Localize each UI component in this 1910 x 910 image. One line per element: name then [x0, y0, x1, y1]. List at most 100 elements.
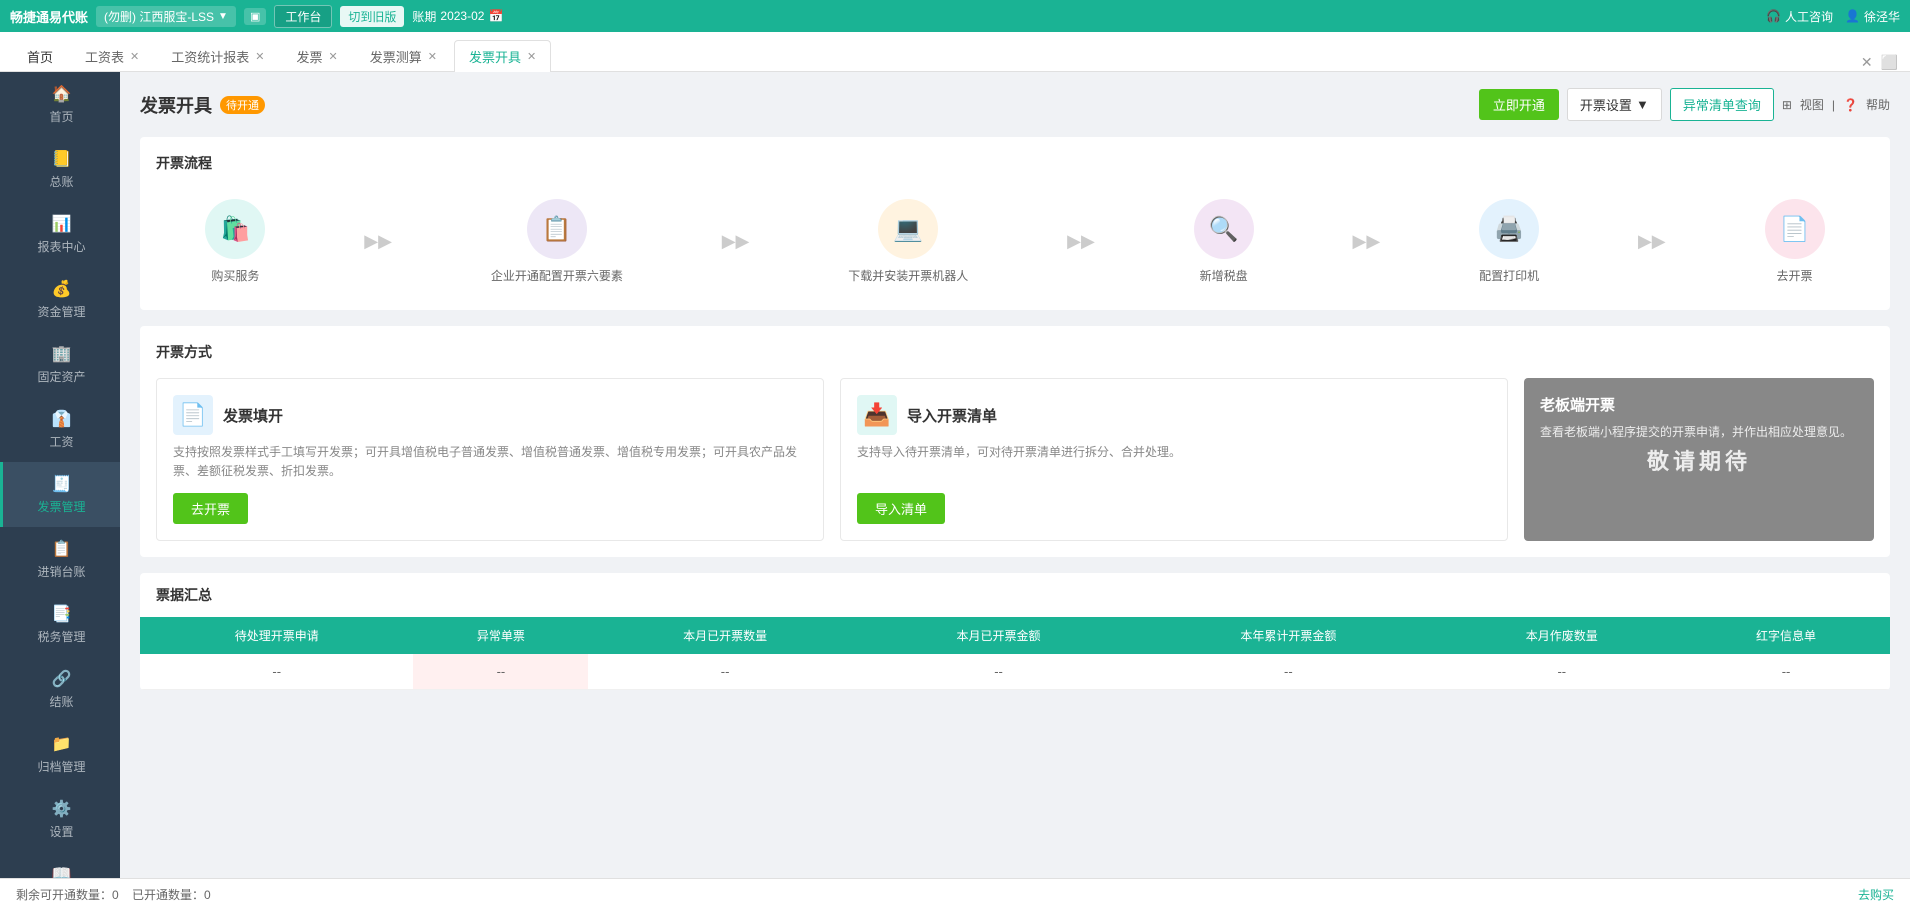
flow-step-buy[interactable]: 🛍️ 购买服务: [205, 199, 265, 284]
sidebar-item-tax[interactable]: 📑 税务管理: [0, 592, 120, 657]
customer-service-button[interactable]: 🎧 人工咨询: [1766, 8, 1833, 25]
tab-invoice-calc-label: 发票测算: [370, 47, 422, 66]
close-invoice-issue-tab-icon[interactable]: ✕: [527, 50, 536, 63]
view-help-row: ⊞ 视图 | ❓ 帮助: [1782, 96, 1890, 113]
page-title-text: 发票开具: [140, 92, 212, 118]
chevron-down-icon: ▼: [1636, 97, 1649, 112]
sidebar-item-reports[interactable]: 📊 报表中心: [0, 202, 120, 267]
sidebar-home-label: 首页: [49, 108, 73, 125]
coming-soon-text: 敬请期待: [1647, 444, 1751, 476]
stats-cell-month-qty: --: [588, 654, 861, 690]
printer-label: 配置打印机: [1479, 267, 1539, 284]
open-settings-label: 开票设置: [1580, 95, 1632, 114]
tab-home-label: 首页: [27, 47, 53, 66]
flow-step-download[interactable]: 💻 下载并安装开票机器人: [848, 199, 968, 284]
buy-service-label: 购买服务: [211, 267, 259, 284]
copy-button[interactable]: ▣: [244, 8, 266, 25]
closing-icon: 🔗: [52, 669, 72, 689]
sidebar-item-archive[interactable]: 📁 归档管理: [0, 722, 120, 787]
company-selector[interactable]: (勿删) 江西服宝-LSS ▼: [96, 6, 236, 27]
tab-invoice-issue[interactable]: 发票开具 ✕: [454, 40, 551, 72]
abnormal-query-button[interactable]: 异常清单查询: [1670, 88, 1774, 121]
page-status-badge: 待开通: [220, 96, 265, 114]
guide-icon: 📖: [52, 864, 72, 878]
issue-label: 去开票: [1776, 267, 1812, 284]
close-invoice-calc-tab-icon[interactable]: ✕: [428, 50, 437, 63]
sidebar-item-settings[interactable]: ⚙️ 设置: [0, 787, 120, 852]
tab-bar: 首页 工资表 ✕ 工资统计报表 ✕ 发票 ✕ 发票测算 ✕ 发票开具 ✕ ✕ ⬜: [0, 32, 1910, 72]
flow-step-taxdisk[interactable]: 🔍 新增税盘: [1194, 199, 1254, 284]
stats-header-void-qty: 本月作废数量: [1442, 617, 1683, 654]
flow-section-title: 开票流程: [156, 153, 1874, 173]
taxdisk-label: 新增税盘: [1200, 267, 1248, 284]
tab-invoice-calc[interactable]: 发票测算 ✕: [355, 40, 452, 72]
help-label: 帮助: [1866, 96, 1890, 113]
sidebar-item-guide[interactable]: 📖 新手引导: [0, 852, 120, 878]
sidebar-item-funds[interactable]: 💰 资金管理: [0, 267, 120, 332]
stats-section: 票据汇总 待处理开票申请 异常单票 本月已开票数量 本月已开票金额 本年累计开票…: [140, 573, 1890, 690]
stats-header-month-qty: 本月已开票数量: [588, 617, 861, 654]
go-purchase-link[interactable]: 去购买: [1858, 886, 1894, 903]
workbench-button[interactable]: 工作台: [274, 5, 332, 28]
sidebar-item-assets[interactable]: 🏢 固定资产: [0, 332, 120, 397]
stats-cell-void-qty: --: [1442, 654, 1683, 690]
tab-invoice-label: 发票: [296, 47, 322, 66]
flow-steps: 🛍️ 购买服务 ▶▶ 📋 企业开通配置开票六要素 ▶▶ 💻 下载并安装开票机器人…: [156, 189, 1874, 294]
stats-table-header-row: 待处理开票申请 异常单票 本月已开票数量 本月已开票金额 本年累计开票金额 本月…: [140, 617, 1890, 654]
top-bar: 畅捷通易代账 (勿删) 江西服宝-LSS ▼ ▣ 工作台 切到旧版 账期 202…: [0, 0, 1910, 32]
tab-invoice[interactable]: 发票 ✕: [281, 40, 352, 72]
purchase-sales-icon: 📋: [52, 539, 72, 559]
stats-cell-red-note: --: [1682, 654, 1890, 690]
flow-section: 开票流程 🛍️ 购买服务 ▶▶ 📋 企业开通配置开票六要素 ▶▶ 💻 下载并安装: [140, 137, 1890, 310]
flow-arrow-3: ▶▶: [1067, 231, 1095, 252]
sidebar-item-closing[interactable]: 🔗 结账: [0, 657, 120, 722]
page-title: 发票开具 待开通: [140, 92, 265, 118]
salary-icon: 👔: [52, 409, 72, 429]
funds-icon: 💰: [52, 279, 72, 299]
content-inner: 发票开具 待开通 立即开通 开票设置 ▼ 异常清单查询 ⊞ 视图 | ❓: [120, 72, 1910, 722]
close-invoice-tab-icon[interactable]: ✕: [329, 50, 338, 63]
user-menu[interactable]: 👤 徐泾华: [1845, 8, 1900, 25]
minimize-icon[interactable]: ✕: [1861, 54, 1873, 71]
import-method-desc: 支持导入待开票清单，可对待开票清单进行拆分、合并处理。: [857, 443, 1491, 481]
service-label: 人工咨询: [1785, 8, 1833, 25]
sidebar-item-invoice-mgmt[interactable]: 🧾 发票管理: [0, 462, 120, 527]
sidebar-salary-label: 工资: [49, 433, 73, 450]
configure-circle: 📋: [527, 199, 587, 259]
flow-step-configure[interactable]: 📋 企业开通配置开票六要素: [491, 199, 623, 284]
sidebar-invoice-mgmt-label: 发票管理: [37, 498, 85, 515]
maximize-icon[interactable]: ⬜: [1881, 54, 1898, 71]
sidebar-item-salary[interactable]: 👔 工资: [0, 397, 120, 462]
immediate-open-button[interactable]: 立即开通: [1479, 89, 1559, 120]
sidebar-tax-label: 税务管理: [37, 628, 85, 645]
tax-icon: 📑: [52, 604, 72, 624]
tab-payroll[interactable]: 工资表 ✕: [70, 40, 154, 72]
stats-header-abnormal: 异常单票: [413, 617, 588, 654]
calendar-icon[interactable]: 📅: [488, 9, 503, 23]
switch-version-button[interactable]: 切到旧版: [340, 6, 404, 27]
import-list-button[interactable]: 导入清单: [857, 493, 945, 524]
view-icon: ⊞: [1782, 98, 1792, 112]
content-area: 发票开具 待开通 立即开通 开票设置 ▼ 异常清单查询 ⊞ 视图 | ❓: [120, 72, 1910, 878]
flow-step-issue[interactable]: 📄 去开票: [1765, 199, 1825, 284]
import-method-icon: 📥: [857, 395, 897, 435]
sidebar-item-home[interactable]: 🏠 首页: [0, 72, 120, 137]
tab-home[interactable]: 首页: [12, 40, 68, 72]
method-card-import-header: 📥 导入开票清单: [857, 395, 1491, 435]
close-payroll-tab-icon[interactable]: ✕: [130, 50, 139, 63]
flow-step-printer[interactable]: 🖨️ 配置打印机: [1479, 199, 1539, 284]
tab-payroll-stats-label: 工资统计报表: [171, 47, 249, 66]
stats-header-year-amount: 本年累计开票金额: [1135, 617, 1441, 654]
method-section-title: 开票方式: [156, 342, 1874, 362]
open-settings-button[interactable]: 开票设置 ▼: [1567, 88, 1662, 121]
close-payroll-stats-tab-icon[interactable]: ✕: [255, 50, 264, 63]
company-name: (勿删) 江西服宝-LSS: [104, 8, 214, 25]
sidebar-settings-label: 设置: [49, 823, 73, 840]
stats-cell-abnormal: --: [413, 654, 588, 690]
opened-quota: 已开通数量：0: [132, 888, 211, 902]
go-issue-button[interactable]: 去开票: [173, 493, 248, 524]
sidebar-item-purchase-sales[interactable]: 📋 进销台账: [0, 527, 120, 592]
tab-payroll-stats[interactable]: 工资统计报表 ✕: [156, 40, 279, 72]
stats-header-pending: 待处理开票申请: [140, 617, 413, 654]
sidebar-item-general-ledger[interactable]: 📒 总账: [0, 137, 120, 202]
